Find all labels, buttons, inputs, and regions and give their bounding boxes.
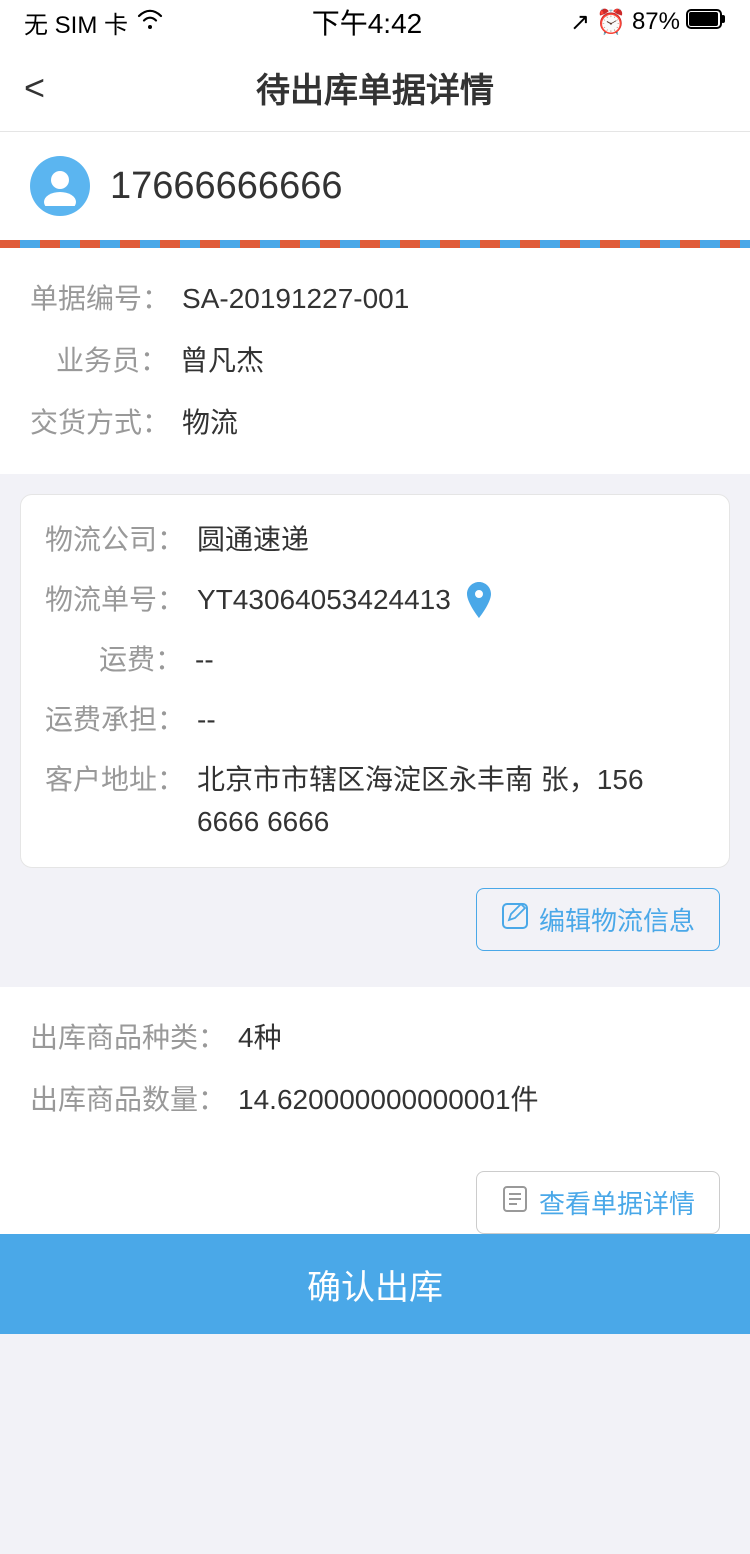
customer-header: 17666666666 [0,132,750,240]
dashed-divider [0,240,750,248]
nav-bar: < 待出库单据详情 [0,44,750,132]
delivery-method-value: 物流 [182,402,720,444]
back-button[interactable]: < [24,67,45,109]
salesman-value: 曾凡杰 [180,340,720,382]
outbound-type-value: 4种 [238,1017,720,1059]
order-number-label: 单据编号： [30,278,182,320]
order-number-value: SA-20191227-001 [182,278,720,320]
person-icon [40,166,80,206]
page-title: 待出库单据详情 [256,63,494,112]
outbound-type-label: 出库商品种类： [30,1017,238,1059]
freight-row: 运费： -- [45,639,705,681]
status-left: 无 SIM 卡 [24,5,164,40]
outbound-type-row: 出库商品种类： 4种 [30,1017,720,1059]
address-label: 客户地址： [45,759,197,801]
logistics-company-label: 物流公司： [45,519,197,561]
tracking-number-value: YT43064053424413 [197,579,705,621]
outbound-quantity-row: 出库商品数量： 14.620000000000001件 [30,1079,720,1121]
avatar [30,156,90,216]
document-icon [501,1185,529,1220]
wifi-icon [136,8,164,36]
status-time: 下午4:42 [312,2,423,42]
outbound-section: 出库商品种类： 4种 出库商品数量： 14.620000000000001件 [0,987,750,1151]
map-pin-icon[interactable] [461,582,497,618]
salesman-label: 业务员： [30,340,180,382]
freight-bearer-label: 运费承担： [45,699,197,741]
carrier-text: 无 SIM 卡 [24,5,128,40]
confirm-outbound-label: 确认出库 [307,1260,443,1309]
address-row: 客户地址： 北京市市辖区海淀区永丰南 张，156 6666 6666 [45,759,705,843]
logistics-company-value: 圆通速递 [197,519,705,561]
tracking-number-row: 物流单号： YT43064053424413 [45,579,705,621]
logistics-company-row: 物流公司： 圆通速递 [45,519,705,561]
address-value: 北京市市辖区海淀区永丰南 张，156 6666 6666 [197,759,705,843]
status-bar: 无 SIM 卡 下午4:42 ↗ ⏰ 87% [0,0,750,44]
edit-icon [501,902,529,937]
confirm-outbound-button[interactable]: 确认出库 [0,1234,750,1334]
location-indicator: ↗ [570,8,590,37]
edit-logistics-button[interactable]: 编辑物流信息 [476,888,720,951]
freight-bearer-row: 运费承担： -- [45,699,705,741]
customer-phone: 17666666666 [110,165,342,208]
view-detail-label: 查看单据详情 [539,1184,695,1221]
edit-logistics-label: 编辑物流信息 [539,901,695,938]
battery-icon [686,8,726,37]
logistics-card: 物流公司： 圆通速递 物流单号： YT43064053424413 运费： --… [20,494,730,868]
view-detail-button[interactable]: 查看单据详情 [476,1171,720,1234]
order-info-section: 单据编号： SA-20191227-001 业务员： 曾凡杰 交货方式： 物流 [0,248,750,474]
status-right: ↗ ⏰ 87% [570,8,726,37]
tracking-number-label: 物流单号： [45,579,197,621]
freight-bearer-value: -- [197,699,705,741]
delivery-method-label: 交货方式： [30,402,182,444]
order-number-row: 单据编号： SA-20191227-001 [30,278,720,320]
salesman-row: 业务员： 曾凡杰 [30,340,720,382]
alarm-icon: ⏰ [596,8,626,37]
section-separator-1 [0,971,750,987]
delivery-method-row: 交货方式： 物流 [30,402,720,444]
freight-label: 运费： [45,639,195,681]
freight-value: -- [195,639,705,681]
outbound-quantity-label: 出库商品数量： [30,1079,238,1121]
edit-logistics-area: 编辑物流信息 [0,888,750,971]
battery-text: 87% [632,8,680,36]
outbound-quantity-value: 14.620000000000001件 [238,1079,720,1121]
